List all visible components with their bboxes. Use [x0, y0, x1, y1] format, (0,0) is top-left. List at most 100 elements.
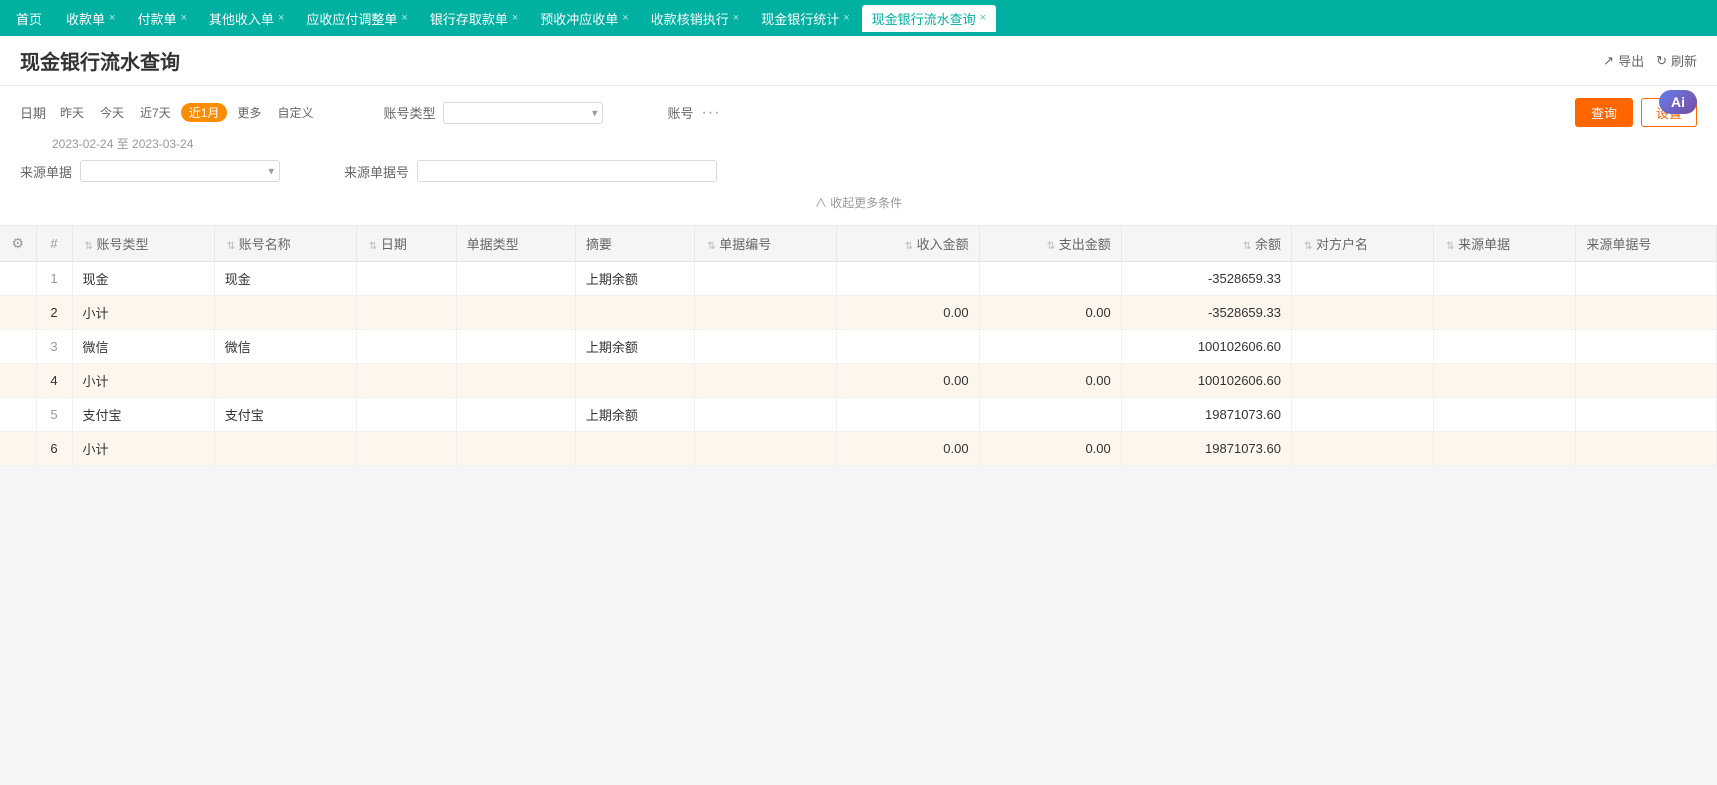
td-balance: 100102606.60 — [1121, 364, 1291, 398]
th-settings[interactable]: ⚙ — [0, 226, 36, 262]
date-btn-1month[interactable]: 近1月 — [181, 103, 228, 122]
nav-tab-5[interactable]: 预收冲应收单 × — [530, 5, 638, 32]
td-income: 0.00 — [837, 364, 979, 398]
th-num: # — [36, 226, 72, 262]
td-account-name: 微信 — [214, 330, 356, 364]
close-icon[interactable]: × — [843, 12, 849, 24]
td-doc-type — [456, 364, 575, 398]
td-income — [837, 330, 979, 364]
nav-home[interactable]: 首页 — [4, 5, 54, 32]
table-row: 4小计0.000.00100102606.60 — [0, 364, 1717, 398]
th-source-doc[interactable]: ⇅ 来源单据 — [1434, 226, 1576, 262]
nav-tab-6[interactable]: 收款核销执行 × — [641, 5, 749, 32]
td-doc-type — [456, 432, 575, 466]
collapse-icon: ∧ — [815, 196, 827, 210]
date-btn-custom[interactable]: 自定义 — [271, 103, 319, 122]
th-doc-no[interactable]: ⇅ 单据编号 — [695, 226, 837, 262]
td-account-type: 小计 — [72, 296, 214, 330]
td-date — [356, 262, 456, 296]
td-counterpart — [1291, 432, 1433, 466]
close-icon[interactable]: × — [733, 12, 739, 24]
date-range-text: 2023-02-24 至 2023-03-24 — [52, 137, 193, 151]
td-balance: 19871073.60 — [1121, 432, 1291, 466]
source-doc-select-wrapper — [80, 160, 280, 182]
sort-icon: ⇅ — [905, 241, 913, 252]
table-row: 2小计0.000.00-3528659.33 — [0, 296, 1717, 330]
nav-tab-2[interactable]: 其他收入单 × — [199, 5, 294, 32]
close-icon[interactable]: × — [401, 12, 407, 24]
th-counterpart[interactable]: ⇅ 对方户名 — [1291, 226, 1433, 262]
th-source-doc-no[interactable]: 来源单据号 — [1576, 226, 1717, 262]
td-settings — [0, 262, 36, 296]
account-type-label: 账号类型 — [383, 103, 435, 122]
account-type-filter: 账号类型 — [383, 102, 603, 124]
export-icon: ↗ — [1603, 53, 1614, 69]
th-date[interactable]: ⇅ 日期 — [356, 226, 456, 262]
date-btn-more[interactable]: 更多 — [231, 103, 267, 122]
search-button[interactable]: 查询 — [1575, 98, 1633, 127]
close-icon[interactable]: × — [512, 12, 518, 24]
td-expense — [979, 330, 1121, 364]
ai-badge[interactable]: Ai — [1659, 90, 1697, 114]
sort-icon: ⇅ — [227, 241, 235, 252]
close-icon[interactable]: × — [278, 12, 284, 24]
header-actions: ↗ 导出 ↻ 刷新 — [1603, 51, 1697, 70]
table-row: 3微信微信上期余额100102606.60 — [0, 330, 1717, 364]
td-expense — [979, 262, 1121, 296]
close-icon[interactable]: × — [180, 12, 186, 24]
td-date — [356, 296, 456, 330]
th-account-name[interactable]: ⇅ 账号名称 — [214, 226, 356, 262]
th-doc-type[interactable]: 单据类型 — [456, 226, 575, 262]
nav-tab-7[interactable]: 现金银行统计 × — [751, 5, 859, 32]
close-icon[interactable]: × — [109, 12, 115, 24]
nav-tab-8[interactable]: 现金银行流水查询 × — [862, 5, 996, 32]
td-settings — [0, 296, 36, 330]
td-account-name: 现金 — [214, 262, 356, 296]
td-account-type: 小计 — [72, 432, 214, 466]
collapse-bar[interactable]: ∧ 收起更多条件 — [20, 190, 1697, 217]
filter-area: 日期 昨天 今天 近7天 近1月 更多 自定义 账号类型 账号 ··· — [0, 86, 1717, 226]
td-account-name: 支付宝 — [214, 398, 356, 432]
td-settings — [0, 432, 36, 466]
th-income[interactable]: ⇅ 收入金额 — [837, 226, 979, 262]
source-doc-no-input[interactable] — [417, 160, 717, 182]
td-doc-no — [695, 364, 837, 398]
gear-icon[interactable]: ⚙ — [11, 235, 24, 251]
nav-tab-0[interactable]: 收款单 × — [56, 5, 125, 32]
close-icon[interactable]: × — [980, 12, 986, 24]
th-account-type[interactable]: ⇅ 账号类型 — [72, 226, 214, 262]
td-account-type: 小计 — [72, 364, 214, 398]
td-counterpart — [1291, 296, 1433, 330]
td-summary: 上期余额 — [575, 398, 694, 432]
nav-tab-4[interactable]: 银行存取款单 × — [420, 5, 528, 32]
date-btn-yesterday[interactable]: 昨天 — [54, 103, 90, 122]
td-date — [356, 364, 456, 398]
th-balance[interactable]: ⇅ 余额 — [1121, 226, 1291, 262]
td-doc-type — [456, 398, 575, 432]
td-doc-no — [695, 330, 837, 364]
td-date — [356, 432, 456, 466]
account-more-btn[interactable]: ··· — [701, 104, 720, 122]
td-doc-type — [456, 262, 575, 296]
td-summary — [575, 296, 694, 330]
td-num: 6 — [36, 432, 72, 466]
td-counterpart — [1291, 330, 1433, 364]
td-num: 1 — [36, 262, 72, 296]
th-summary[interactable]: 摘要 — [575, 226, 694, 262]
th-expense[interactable]: ⇅ 支出金额 — [979, 226, 1121, 262]
nav-tab-1[interactable]: 付款单 × — [127, 5, 196, 32]
td-summary — [575, 432, 694, 466]
refresh-button[interactable]: ↻ 刷新 — [1656, 51, 1697, 70]
export-button[interactable]: ↗ 导出 — [1603, 51, 1644, 70]
td-source-doc-no — [1576, 398, 1717, 432]
source-doc-select[interactable] — [80, 160, 280, 182]
sort-icon: ⇅ — [1243, 241, 1251, 252]
nav-tab-3[interactable]: 应收应付调整单 × — [296, 5, 417, 32]
date-btn-7days[interactable]: 近7天 — [134, 103, 177, 122]
close-icon[interactable]: × — [622, 12, 628, 24]
sort-icon: ⇅ — [369, 241, 377, 252]
account-type-select[interactable] — [443, 102, 603, 124]
td-account-name — [214, 296, 356, 330]
date-btn-today[interactable]: 今天 — [94, 103, 130, 122]
td-expense: 0.00 — [979, 296, 1121, 330]
